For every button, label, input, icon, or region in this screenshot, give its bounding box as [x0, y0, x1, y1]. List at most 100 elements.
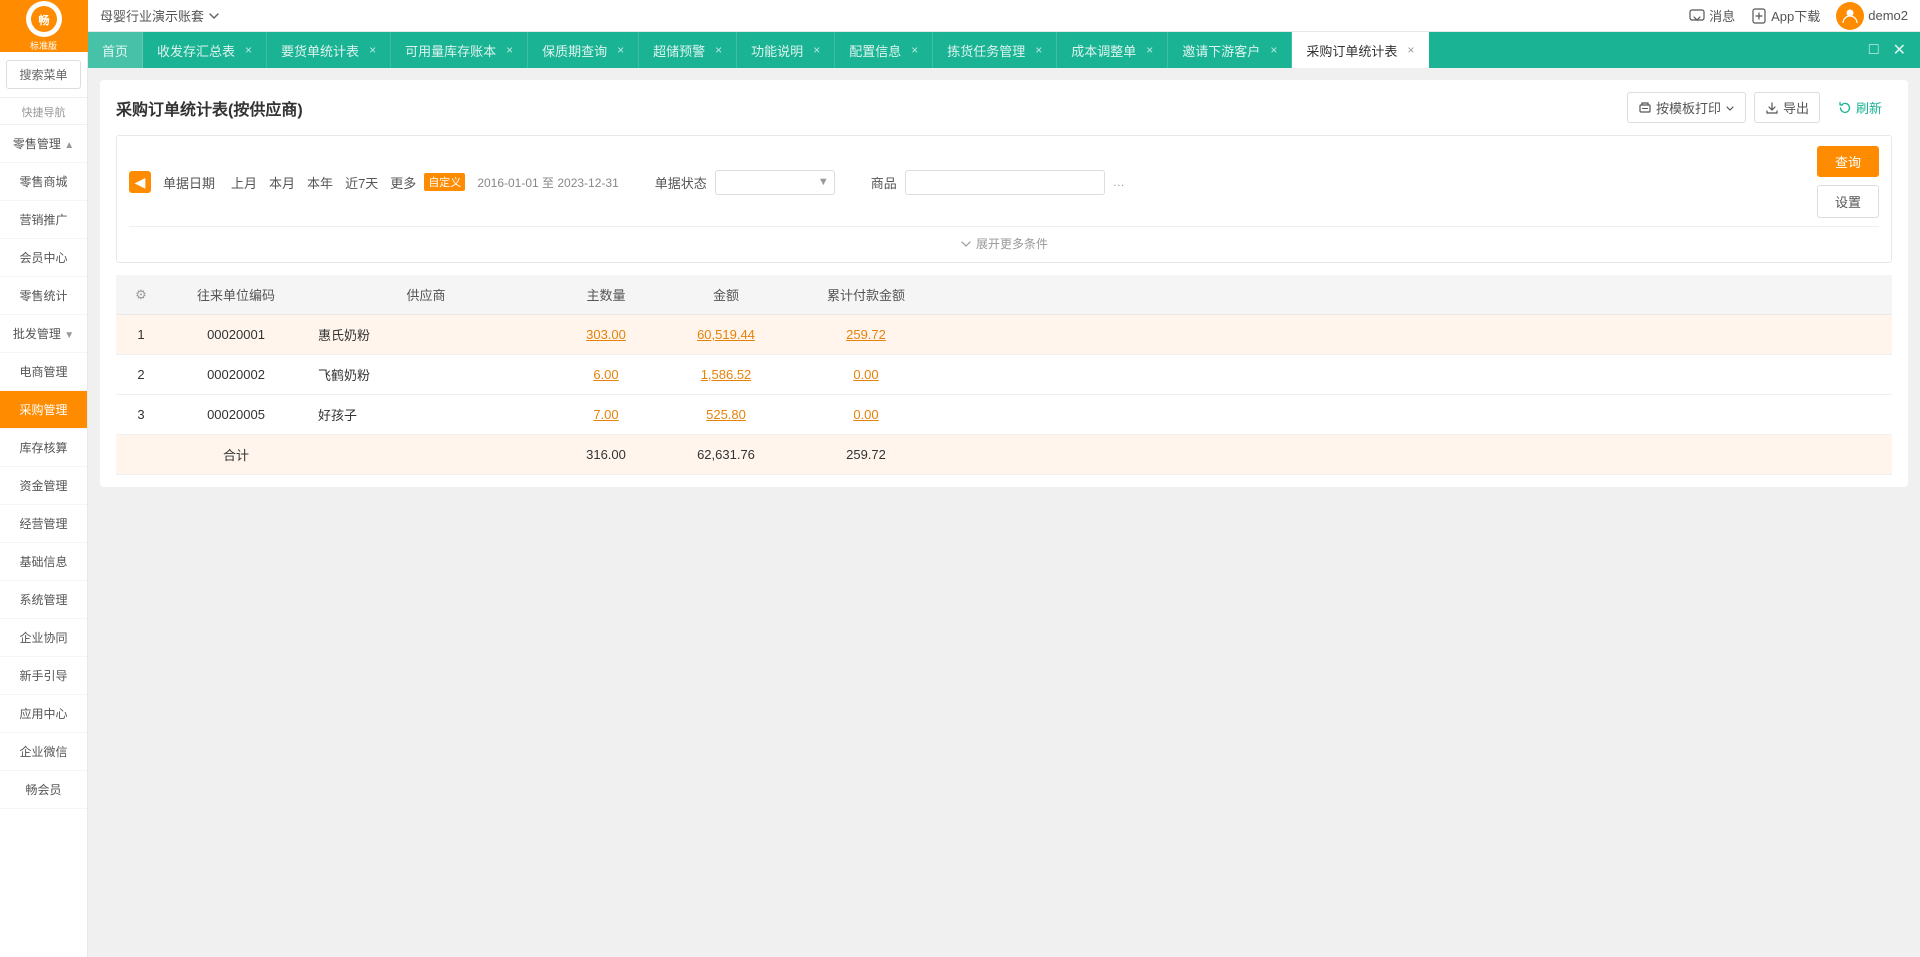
tab-expiry[interactable]: 保质期查询 × — [528, 32, 639, 68]
filter-collapse-button[interactable]: ◀ — [129, 171, 151, 193]
logo[interactable]: 畅 标准版 — [0, 0, 88, 52]
cell-supplier: 飞鹤奶粉 — [306, 355, 546, 395]
sidebar-item-label: 采购管理 — [19, 403, 67, 417]
sidebar-item-basic[interactable]: 基础信息 — [0, 543, 87, 581]
tab-close-icon[interactable]: × — [813, 43, 820, 57]
tab-overstock[interactable]: 超储预警 × — [639, 32, 737, 68]
cell-qty[interactable]: 303.00 — [546, 315, 666, 355]
tab-close-all-button[interactable]: ✕ — [1887, 36, 1912, 64]
tab-close-icon[interactable]: × — [617, 43, 624, 57]
sidebar-item-label: 系统管理 — [19, 593, 67, 607]
cell-qty[interactable]: 6.00 — [546, 355, 666, 395]
tab-pick-task[interactable]: 拣货任务管理 × — [933, 32, 1057, 68]
filter-date-range-display: 2016-01-01 至 2023-12-31 — [477, 174, 618, 191]
message-button[interactable]: 消息 — [1689, 6, 1735, 25]
tab-home[interactable]: 首页 — [88, 32, 143, 68]
tab-close-icon[interactable]: × — [911, 43, 918, 57]
table-settings-icon[interactable]: ⚙ — [135, 287, 147, 302]
tab-available-stock[interactable]: 可用量库存账本 × — [391, 32, 528, 68]
cell-amount[interactable]: 60,519.44 — [666, 315, 786, 355]
filter-status-select[interactable] — [715, 170, 835, 195]
filter-status-select-wrap: ▼ — [715, 170, 835, 195]
filter-this-month-btn[interactable]: 本月 — [265, 171, 299, 194]
cell-paid[interactable]: 0.00 — [786, 395, 946, 435]
th-paid: 累计付款金额 — [786, 275, 946, 315]
tab-close-icon[interactable]: × — [1035, 43, 1042, 57]
filter-goods-label: 商品 — [871, 173, 897, 192]
tab-label: 可用量库存账本 — [405, 41, 496, 60]
sidebar-search-button[interactable]: 搜索菜单 — [6, 60, 81, 89]
template-print-button[interactable]: 按模板打印 — [1627, 92, 1746, 123]
user-profile[interactable]: demo2 — [1836, 2, 1908, 30]
cell-code: 00020001 — [166, 315, 306, 355]
cell-paid[interactable]: 0.00 — [786, 355, 946, 395]
tab-collect-summary[interactable]: 收发存汇总表 × — [143, 32, 267, 68]
tab-purchase-stats[interactable]: 采购订单统计表 × — [1292, 32, 1429, 68]
tab-close-icon[interactable]: × — [1270, 43, 1277, 57]
filter-7days-btn[interactable]: 近7天 — [341, 171, 382, 194]
cell-paid[interactable]: 259.72 — [786, 315, 946, 355]
svg-text:畅: 畅 — [38, 13, 49, 27]
sidebar-item-wholesale[interactable]: 批发管理 ▼ — [0, 315, 87, 353]
sidebar-item-system[interactable]: 系统管理 — [0, 581, 87, 619]
cell-amount[interactable]: 525.80 — [666, 395, 786, 435]
query-actions: 查询 设置 — [1817, 146, 1879, 218]
tab-label: 邀请下游客户 — [1182, 41, 1260, 60]
filter-goods-input[interactable] — [905, 170, 1105, 195]
sidebar-item-inventory[interactable]: 库存核算 — [0, 429, 87, 467]
sidebar-item-vip[interactable]: 畅会员 — [0, 771, 87, 809]
tab-close-icon[interactable]: × — [245, 43, 252, 57]
filter-this-year-btn[interactable]: 本年 — [303, 171, 337, 194]
cell-rest — [946, 355, 1892, 395]
filter-status-label: 单据状态 — [655, 173, 707, 192]
sidebar-item-label: 畅会员 — [25, 783, 61, 797]
export-button[interactable]: 导出 — [1754, 92, 1820, 123]
tab-label: 拣货任务管理 — [947, 41, 1025, 60]
tab-goods-stats[interactable]: 要货单统计表 × — [267, 32, 391, 68]
filter-more-btn[interactable]: … — [1113, 175, 1125, 189]
sidebar-item-member-center[interactable]: 会员中心 — [0, 239, 87, 277]
tab-cost-adjust[interactable]: 成本调整单 × — [1057, 32, 1168, 68]
sidebar-item-label: 基础信息 — [19, 555, 67, 569]
tab-restore-button[interactable]: □ — [1863, 37, 1885, 63]
sidebar-item-purchase[interactable]: 采购管理 — [0, 391, 87, 429]
tab-close-icon[interactable]: × — [1407, 43, 1414, 57]
page-actions: 按模板打印 导出 刷新 — [1627, 92, 1892, 123]
tab-close-icon[interactable]: × — [369, 43, 376, 57]
tab-close-icon[interactable]: × — [715, 43, 722, 57]
filter-last-month-btn[interactable]: 上月 — [227, 171, 261, 194]
sidebar-item-ops[interactable]: 经营管理 — [0, 505, 87, 543]
cell-qty[interactable]: 7.00 — [546, 395, 666, 435]
settings-button[interactable]: 设置 — [1817, 185, 1879, 218]
page-title-row: 采购订单统计表(按供应商) 按模板打印 导出 刷新 — [116, 92, 1892, 123]
sidebar-item-label: 会员中心 — [19, 251, 67, 265]
query-button[interactable]: 查询 — [1817, 146, 1879, 177]
refresh-button[interactable]: 刷新 — [1828, 93, 1892, 122]
sidebar-item-retail-mall[interactable]: 零售商城 — [0, 163, 87, 201]
app-download-button[interactable]: App下载 — [1751, 6, 1820, 25]
account-dropdown[interactable]: 母婴行业演示账套 — [100, 6, 220, 25]
tab-invite-downstream[interactable]: 邀请下游客户 × — [1168, 32, 1292, 68]
sidebar-item-corp[interactable]: 企业协同 — [0, 619, 87, 657]
tab-function-desc[interactable]: 功能说明 × — [737, 32, 835, 68]
sidebar-search-section: 搜索菜单 — [0, 52, 87, 98]
tab-close-icon[interactable]: × — [1146, 43, 1153, 57]
cell-code: 00020002 — [166, 355, 306, 395]
refresh-label: 刷新 — [1856, 98, 1882, 117]
cell-amount[interactable]: 1,586.52 — [666, 355, 786, 395]
tab-close-icon[interactable]: × — [506, 43, 513, 57]
sidebar-item-finance[interactable]: 资金管理 — [0, 467, 87, 505]
app-label: App下载 — [1771, 6, 1820, 25]
filter-date-label: 单据日期 — [163, 173, 215, 192]
sidebar-item-appcenter[interactable]: 应用中心 — [0, 695, 87, 733]
account-name: 母婴行业演示账套 — [100, 6, 204, 25]
sidebar-item-retail-stats[interactable]: 零售统计 — [0, 277, 87, 315]
sidebar-item-retail-management[interactable]: 零售管理 ▲ — [0, 125, 87, 163]
sidebar-item-ecom[interactable]: 电商管理 — [0, 353, 87, 391]
sidebar-item-wechat[interactable]: 企业微信 — [0, 733, 87, 771]
sidebar-item-newguide[interactable]: 新手引导 — [0, 657, 87, 695]
tab-config-info[interactable]: 配置信息 × — [835, 32, 933, 68]
sidebar-item-marketing[interactable]: 营销推广 — [0, 201, 87, 239]
expand-more-button[interactable]: 展开更多条件 — [129, 226, 1879, 252]
filter-more-date-btn[interactable]: 更多 — [386, 171, 420, 194]
